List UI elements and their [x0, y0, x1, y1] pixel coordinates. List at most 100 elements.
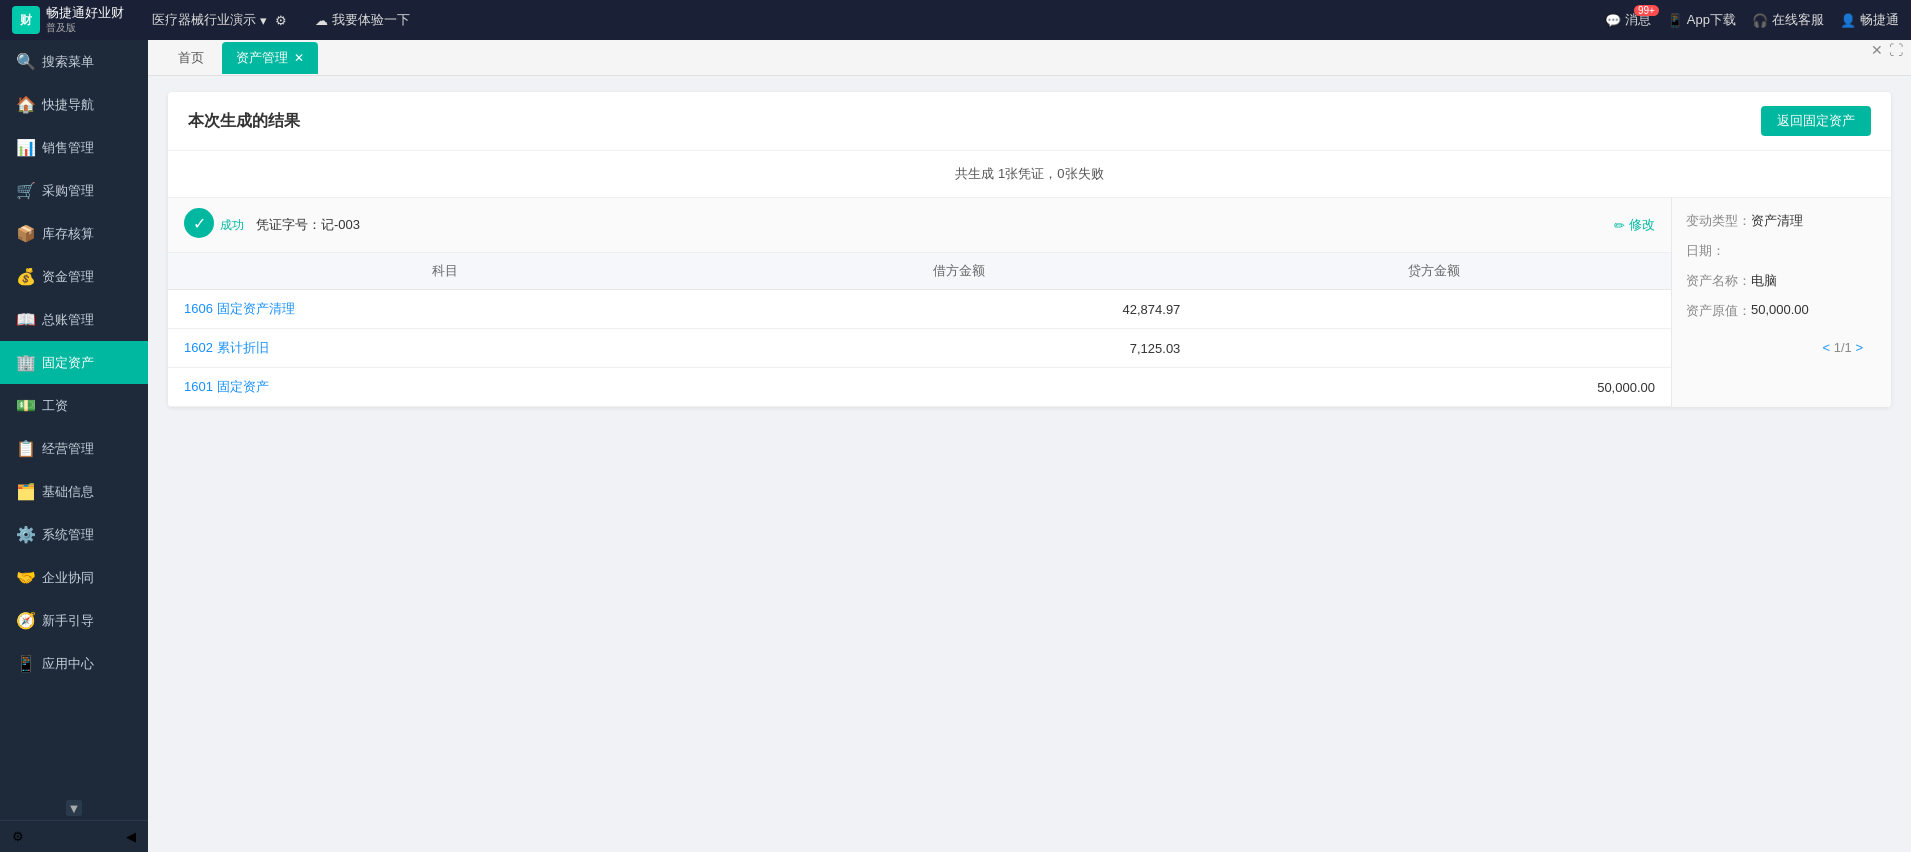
th-debit: 借方金额	[722, 253, 1197, 290]
dropdown-icon: ▾	[260, 13, 267, 28]
sidebar-item-quick-nav[interactable]: 🏠 快捷导航	[0, 83, 148, 126]
success-circle: ✓	[184, 208, 214, 238]
sidebar-label-search: 搜索菜单	[42, 53, 94, 71]
sidebar-label-sys-mgmt: 系统管理	[42, 526, 94, 544]
credit-cell	[1196, 329, 1671, 368]
sidebar-item-sys-mgmt[interactable]: ⚙️ 系统管理	[0, 513, 148, 556]
scroll-down-arrow[interactable]: ▼	[66, 800, 82, 816]
page-title: 本次生成的结果	[188, 111, 300, 132]
logo-text-block: 畅捷通好业财 普及版	[46, 5, 124, 35]
settings-icon[interactable]: ⚙	[275, 13, 287, 28]
sidebar-label-payroll: 工资	[42, 397, 68, 415]
sidebar-item-base-info[interactable]: 🗂️ 基础信息	[0, 470, 148, 513]
expand-panel-button[interactable]: ⛶	[1889, 42, 1903, 58]
sidebar-item-purchase[interactable]: 🛒 采购管理	[0, 169, 148, 212]
sidebar-scroll[interactable]: 🔍 搜索菜单 🏠 快捷导航 📊 销售管理 🛒 采购管理 📦 库存核算 💰	[0, 40, 148, 796]
logo-icon: 财	[12, 6, 40, 34]
date-label: 日期：	[1686, 242, 1746, 260]
download-icon: 📱	[1667, 13, 1683, 28]
table-row: 1606 固定资产清理 42,874.97	[168, 290, 1671, 329]
debit-cell: 7,125.03	[722, 329, 1197, 368]
app-center-icon: 📱	[16, 654, 34, 673]
panel-top-icons: ✕ ⛶	[1871, 42, 1903, 58]
prev-page-button[interactable]: <	[1823, 340, 1831, 355]
table-row: 1602 累计折旧 7,125.03	[168, 329, 1671, 368]
sidebar-label-quick-nav: 快捷导航	[42, 96, 94, 114]
fixed-assets-icon: 🏢	[16, 353, 34, 372]
table-row: 1601 固定资产50,000.00	[168, 368, 1671, 407]
th-credit: 贷方金额	[1196, 253, 1671, 290]
debit-cell: 42,874.97	[722, 290, 1197, 329]
page-content: 本次生成的结果 返回固定资产 共生成 1张凭证，0张失败 ✓	[148, 76, 1911, 852]
sidebar-item-search[interactable]: 🔍 搜索菜单	[0, 40, 148, 83]
credit-cell	[1196, 290, 1671, 329]
sidebar-label-guide: 新手引导	[42, 612, 94, 630]
finance-icon: 💰	[16, 267, 34, 286]
main-layout: 🔍 搜索菜单 🏠 快捷导航 📊 销售管理 🛒 采购管理 📦 库存核算 💰	[0, 40, 1911, 852]
sidebar-item-enterprise[interactable]: 🤝 企业协同	[0, 556, 148, 599]
original-val-row: 资产原值： 50,000.00	[1686, 302, 1877, 320]
tab-asset-mgmt[interactable]: 资产管理 ✕	[222, 42, 318, 74]
sidebar-label-ledger: 总账管理	[42, 311, 94, 329]
sidebar-item-inventory[interactable]: 📦 库存核算	[0, 212, 148, 255]
sidebar-item-finance[interactable]: 💰 资金管理	[0, 255, 148, 298]
sidebar-item-fixed-assets[interactable]: 🏢 固定资产	[0, 341, 148, 384]
sidebar-label-base-info: 基础信息	[42, 483, 94, 501]
experience-label: 我要体验一下	[332, 11, 410, 29]
voucher-header-row: ✓ 成功 凭证字号：记-003 ✏ 修改	[168, 198, 1671, 253]
sidebar-collapse-icon[interactable]: ◀	[126, 829, 136, 844]
sidebar-item-app-center[interactable]: 📱 应用中心	[0, 642, 148, 685]
online-service-button[interactable]: 🎧 在线客服	[1752, 11, 1824, 29]
page-info: 1/1	[1834, 340, 1856, 355]
company-name: 医疗器械行业演示	[152, 11, 256, 29]
sidebar-item-sales[interactable]: 📊 销售管理	[0, 126, 148, 169]
tab-close-icon[interactable]: ✕	[294, 51, 304, 65]
sidebar-item-payroll[interactable]: 💵 工资	[0, 384, 148, 427]
edit-icon: ✏	[1614, 218, 1625, 233]
sidebar-settings-icon[interactable]: ⚙	[12, 829, 24, 844]
return-button[interactable]: 返回固定资产	[1761, 106, 1871, 136]
service-icon: 🎧	[1752, 13, 1768, 28]
sidebar-label-operations: 经营管理	[42, 440, 94, 458]
sidebar-item-operations[interactable]: 📋 经营管理	[0, 427, 148, 470]
search-icon: 🔍	[16, 52, 34, 71]
header-right: 💬 消息 99+ 📱 App下载 🎧 在线客服 👤 畅捷通	[1605, 11, 1899, 29]
voucher-main: ✓ 成功 凭证字号：记-003 ✏ 修改	[168, 198, 1671, 407]
sidebar-label-fixed-assets: 固定资产	[42, 354, 94, 372]
result-summary: 共生成 1张凭证，0张失败	[168, 151, 1891, 198]
top-header: 财 畅捷通好业财 普及版 医疗器械行业演示 ▾ ⚙ ☁ 我要体验一下 💬 消息 …	[0, 0, 1911, 40]
sales-icon: 📊	[16, 138, 34, 157]
change-type-val: 资产清理	[1751, 212, 1803, 230]
pagination: < 1/1 >	[1686, 332, 1877, 359]
operations-icon: 📋	[16, 439, 34, 458]
app-download-label: App下载	[1687, 11, 1736, 29]
app-download-button[interactable]: 📱 App下载	[1667, 11, 1736, 29]
sidebar-label-enterprise: 企业协同	[42, 569, 94, 587]
sidebar-scrollbar-area: ▼	[0, 796, 148, 820]
content-area: 首页 资产管理 ✕ 本次生成的结果 返回固定资产 共生成 1张凭证，0张失败	[148, 40, 1911, 852]
cloud-icon: ☁	[315, 13, 328, 28]
sidebar-label-sales: 销售管理	[42, 139, 94, 157]
sidebar-item-guide[interactable]: 🧭 新手引导	[0, 599, 148, 642]
sidebar-item-ledger[interactable]: 📖 总账管理	[0, 298, 148, 341]
subject-link[interactable]: 1602 累计折旧	[184, 340, 269, 355]
success-mark: ✓ 成功	[184, 208, 244, 242]
subject-link[interactable]: 1606 固定资产清理	[184, 301, 295, 316]
voucher-no: 凭证字号：记-003	[256, 216, 360, 234]
tab-home[interactable]: 首页	[164, 42, 218, 74]
experience-button[interactable]: ☁ 我要体验一下	[315, 11, 410, 29]
change-type-label: 变动类型：	[1686, 212, 1751, 230]
tab-home-label: 首页	[178, 49, 204, 67]
result-panel: 本次生成的结果 返回固定资产 共生成 1张凭证，0张失败 ✓	[168, 92, 1891, 407]
company-selector[interactable]: 医疗器械行业演示 ▾	[152, 11, 267, 29]
user-button[interactable]: 👤 畅捷通	[1840, 11, 1899, 29]
success-text: 成功	[220, 217, 244, 234]
close-panel-button[interactable]: ✕	[1871, 42, 1883, 58]
edit-button[interactable]: ✏ 修改	[1614, 216, 1655, 234]
sidebar-label-finance: 资金管理	[42, 268, 94, 286]
next-page-button[interactable]: >	[1855, 340, 1863, 355]
messages-button[interactable]: 💬 消息 99+	[1605, 11, 1651, 29]
message-icon: 💬	[1605, 13, 1621, 28]
tabs-bar: 首页 资产管理 ✕	[148, 40, 1911, 76]
subject-link[interactable]: 1601 固定资产	[184, 379, 269, 394]
